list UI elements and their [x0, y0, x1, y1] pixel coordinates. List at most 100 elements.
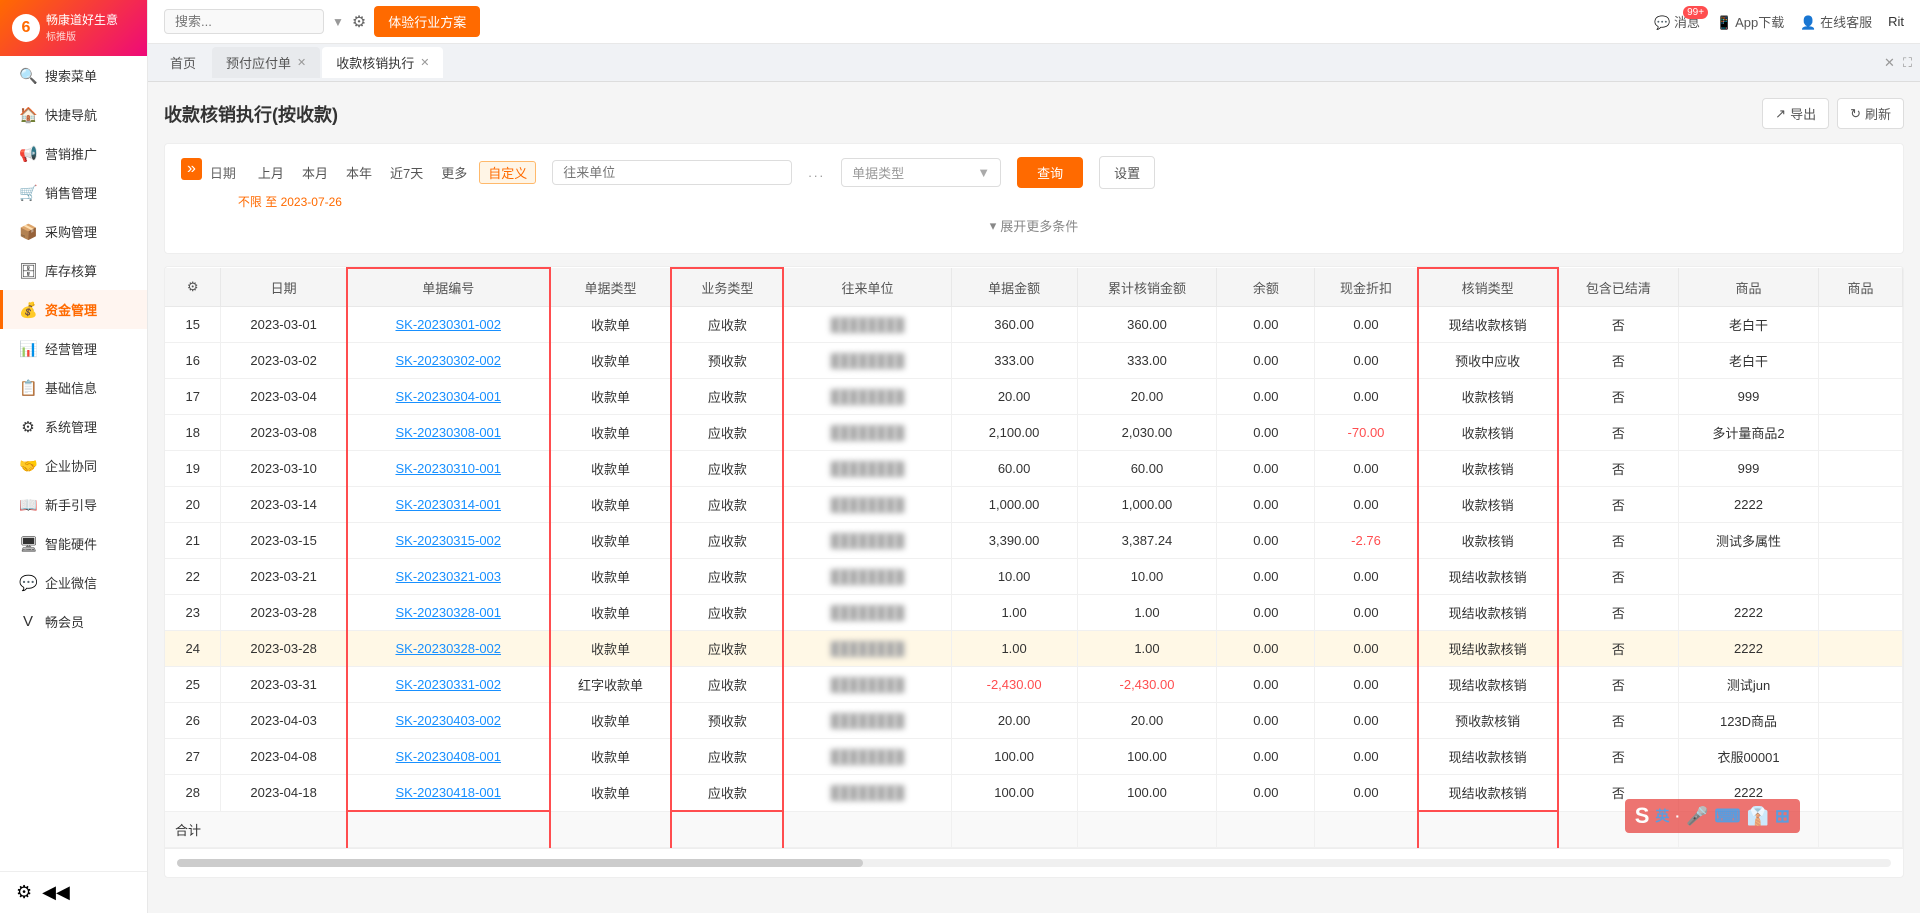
- row-write-type: 现结收款核销: [1418, 667, 1558, 703]
- order-type-select[interactable]: 单据类型 ▼: [841, 158, 1001, 187]
- row-writeoff: 20.00: [1077, 379, 1217, 415]
- partner-input-wrap[interactable]: [552, 160, 792, 185]
- settings-icon[interactable]: ⚙: [16, 882, 32, 903]
- sidebar-item-system[interactable]: ⚙ 系统管理: [0, 407, 147, 446]
- filter-expand-btn[interactable]: »: [181, 158, 202, 180]
- row-balance: 0.00: [1217, 487, 1315, 523]
- row-biz-type: 应收款: [671, 559, 783, 595]
- row-date: 2023-03-15: [221, 523, 347, 559]
- sidebar-item-marketing[interactable]: 📢 营销推广: [0, 134, 147, 173]
- topbar-search-input[interactable]: [164, 9, 324, 34]
- row-writeoff: 1.00: [1077, 595, 1217, 631]
- tab-close-prepay[interactable]: ✕: [297, 56, 306, 69]
- window-expand-icon[interactable]: ⛶: [1903, 55, 1912, 71]
- row-order-type: 收款单: [550, 307, 672, 343]
- export-button[interactable]: ↗ 导出: [1762, 98, 1829, 129]
- sidebar-item-enterprise[interactable]: 🤝 企业协同: [0, 446, 147, 485]
- order-link[interactable]: SK-20230315-002: [395, 533, 501, 548]
- col-header-gear[interactable]: ⚙: [165, 268, 221, 307]
- order-link[interactable]: SK-20230328-001: [395, 605, 501, 620]
- order-link[interactable]: SK-20230403-002: [395, 713, 501, 728]
- order-link[interactable]: SK-20230301-002: [395, 317, 501, 332]
- row-goods1: 999: [1679, 451, 1819, 487]
- order-link[interactable]: SK-20230302-002: [395, 353, 501, 368]
- row-num: 20: [165, 487, 221, 523]
- online-service-link[interactable]: 👤 在线客服: [1800, 12, 1872, 31]
- horizontal-scrollbar[interactable]: [177, 859, 1891, 867]
- order-link[interactable]: SK-20230308-001: [395, 425, 501, 440]
- row-writeoff: 100.00: [1077, 739, 1217, 775]
- row-biz-type: 应收款: [671, 379, 783, 415]
- sidebar-item-hardware[interactable]: 🖥 智能硬件: [0, 524, 147, 563]
- sidebar-item-search[interactable]: 🔍 搜索菜单: [0, 56, 147, 95]
- tab-receipt-writeoff[interactable]: 收款核销执行 ✕: [322, 47, 443, 78]
- app-download-link[interactable]: 📱 App下载: [1716, 12, 1784, 31]
- data-table: ⚙ 日期 单据编号 单据类型 业务类型 往来单位 单据金额 累计核销金额 余额 …: [165, 267, 1903, 848]
- more-btn[interactable]: 更多: [435, 161, 473, 184]
- order-link[interactable]: SK-20230304-001: [395, 389, 501, 404]
- last7-btn[interactable]: 近7天: [384, 161, 429, 184]
- row-partner: ████████: [783, 415, 951, 451]
- row-order-type: 收款单: [550, 595, 672, 631]
- tab-prepay[interactable]: 预付应付单 ✕: [212, 47, 320, 78]
- tab-home[interactable]: 首页: [156, 47, 210, 78]
- sidebar-item-wechat[interactable]: 💬 企业微信: [0, 563, 147, 602]
- collapse-icon[interactable]: ◀◀: [42, 882, 70, 903]
- sidebar-item-sales[interactable]: 🛒 销售管理: [0, 173, 147, 212]
- sidebar-item-finance[interactable]: 💰 资金管理: [0, 290, 147, 329]
- row-num: 15: [165, 307, 221, 343]
- this-year-btn[interactable]: 本年: [340, 161, 378, 184]
- sidebar-item-basic[interactable]: 📋 基础信息: [0, 368, 147, 407]
- order-link[interactable]: SK-20230310-001: [395, 461, 501, 476]
- partner-input[interactable]: [563, 165, 781, 180]
- last-month-btn[interactable]: 上月: [252, 161, 290, 184]
- row-order-type: 收款单: [550, 451, 672, 487]
- row-order-type: 收款单: [550, 415, 672, 451]
- query-button[interactable]: 查询: [1017, 157, 1083, 188]
- this-month-btn[interactable]: 本月: [296, 161, 334, 184]
- row-balance: 0.00: [1217, 379, 1315, 415]
- sidebar-item-member[interactable]: V 畅会员: [0, 602, 147, 641]
- order-link[interactable]: SK-20230418-001: [395, 785, 501, 800]
- row-balance: 0.00: [1217, 595, 1315, 631]
- refresh-button[interactable]: ↻ 刷新: [1837, 98, 1904, 129]
- row-order-type: 收款单: [550, 343, 672, 379]
- row-discount: 0.00: [1315, 379, 1418, 415]
- row-write-type: 现结收款核销: [1418, 559, 1558, 595]
- message-badge[interactable]: 💬 消息 99+: [1654, 12, 1700, 31]
- sidebar-item-quick[interactable]: 🏠 快捷导航: [0, 95, 147, 134]
- solution-button[interactable]: 体验行业方案: [374, 6, 480, 37]
- sidebar-item-operation[interactable]: 📊 经营管理: [0, 329, 147, 368]
- window-close-icon[interactable]: ✕: [1884, 55, 1895, 71]
- sidebar-item-inventory[interactable]: 🗄 库存核算: [0, 251, 147, 290]
- row-balance: 0.00: [1217, 415, 1315, 451]
- topbar-left: ▼ ⚙ 体验行业方案: [164, 6, 1642, 37]
- row-partner: ████████: [783, 343, 951, 379]
- sidebar: 6 畅康道好生意 标推版 🔍 搜索菜单 🏠 快捷导航 📢 营销推广 🛒 销售管理…: [0, 0, 148, 913]
- sidebar-item-purchase[interactable]: 📦 采购管理: [0, 212, 147, 251]
- row-balance: 0.00: [1217, 343, 1315, 379]
- expand-more-btn[interactable]: ▾ 展开更多条件: [181, 216, 1887, 235]
- order-link[interactable]: SK-20230331-002: [395, 677, 501, 692]
- order-link[interactable]: SK-20230408-001: [395, 749, 501, 764]
- filter-panel: » 日期 上月 本月 本年 近7天 更多 自定义: [164, 143, 1904, 254]
- partner-blurred: ████████: [831, 569, 905, 584]
- row-num: 25: [165, 667, 221, 703]
- col-header-partner: 往来单位: [783, 268, 951, 307]
- row-date: 2023-04-03: [221, 703, 347, 739]
- sidebar-item-guide[interactable]: 📖 新手引导: [0, 485, 147, 524]
- order-link[interactable]: SK-20230321-003: [395, 569, 501, 584]
- row-order-type: 收款单: [550, 631, 672, 667]
- partner-blurred: ████████: [831, 641, 905, 656]
- row-num: 24: [165, 631, 221, 667]
- partner-blurred: ████████: [831, 317, 905, 332]
- row-writeoff: 360.00: [1077, 307, 1217, 343]
- col-header-biz: 业务类型: [671, 268, 783, 307]
- row-order-no: SK-20230315-002: [347, 523, 550, 559]
- tab-close-receipt[interactable]: ✕: [420, 56, 429, 69]
- topbar-gear-icon[interactable]: ⚙: [352, 12, 366, 32]
- custom-btn[interactable]: 自定义: [479, 161, 536, 184]
- settings-button[interactable]: 设置: [1099, 156, 1155, 189]
- order-link[interactable]: SK-20230314-001: [395, 497, 501, 512]
- order-link[interactable]: SK-20230328-002: [395, 641, 501, 656]
